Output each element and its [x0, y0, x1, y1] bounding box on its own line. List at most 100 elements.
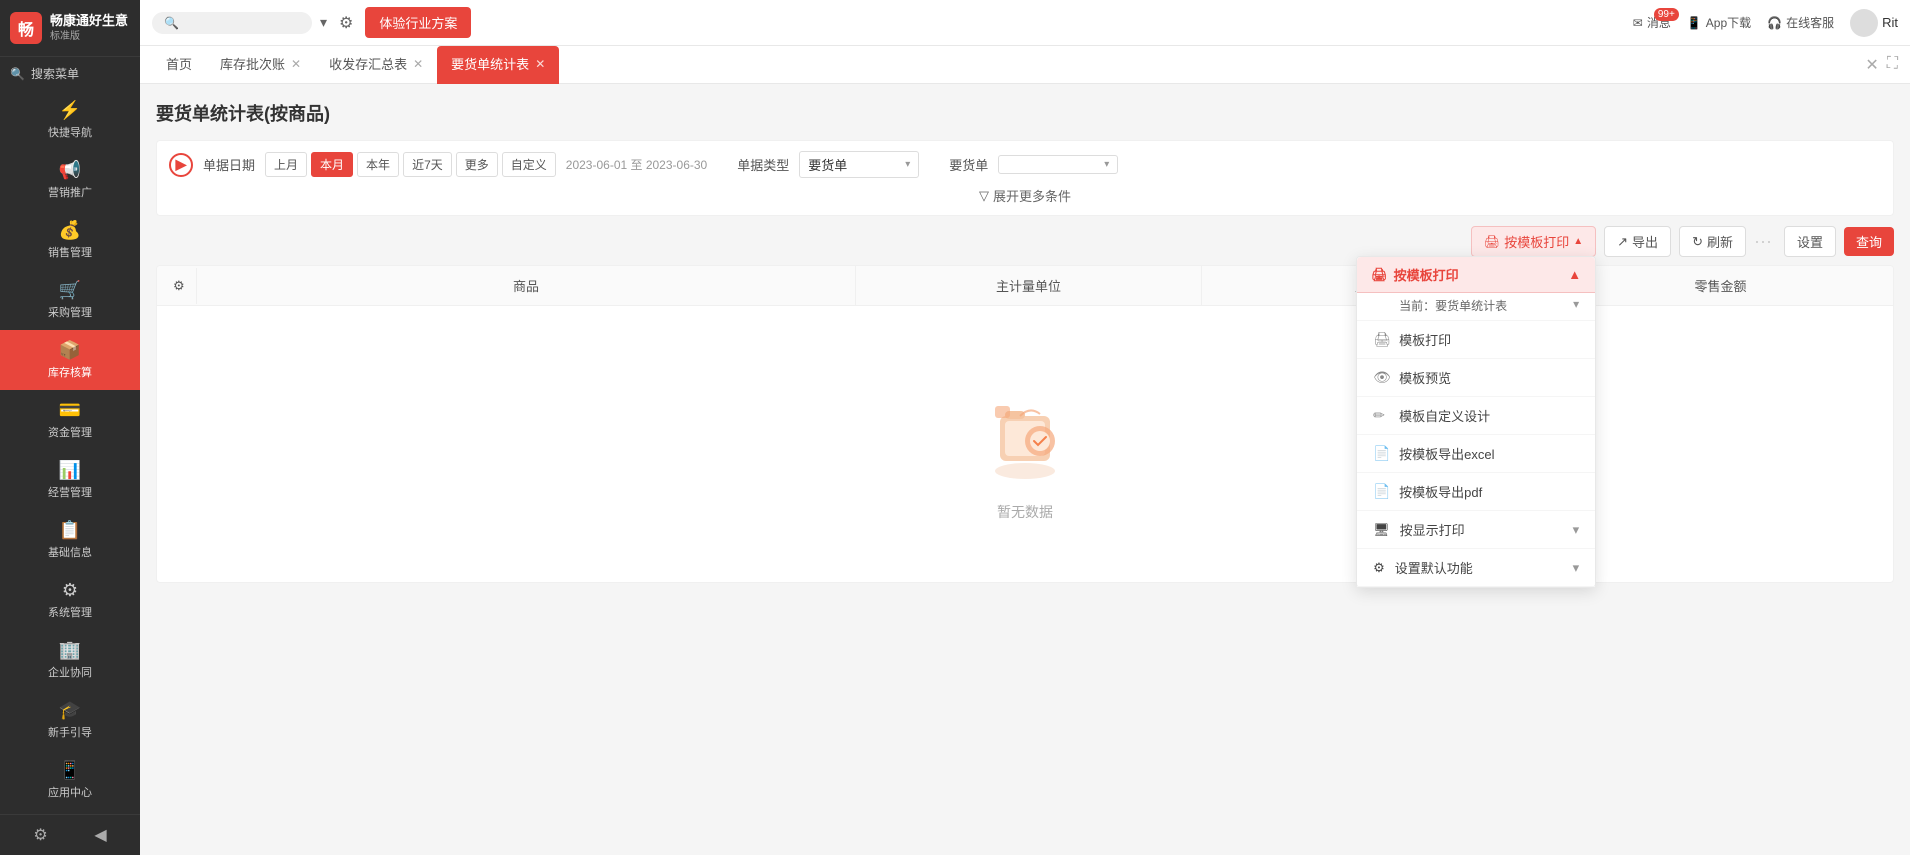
sidebar-item-label: 采购管理 [48, 304, 92, 320]
date-btn-last-month[interactable]: 上月 [265, 152, 307, 177]
more-options-btn[interactable]: ··· [1754, 231, 1772, 252]
system-icon: ⚙ [62, 580, 78, 601]
default-func-icon: ⚙ [1373, 560, 1385, 576]
tab-batch-account-close[interactable]: ✕ [291, 57, 301, 71]
th-amount: 零售金额 [1548, 266, 1893, 305]
topbar-search-icon: 🔍 [164, 16, 179, 30]
sales-icon: 💰 [59, 220, 81, 241]
messages-btn[interactable]: ✉ 消息 99+ [1633, 14, 1671, 31]
export-excel-label: 按模板导出excel [1399, 444, 1494, 463]
template-print-icon: 🖨 [1373, 331, 1389, 348]
topbar-dropdown[interactable]: ▾ [320, 14, 327, 31]
sidebar-item-basics[interactable]: 📋 基础信息 [0, 510, 140, 570]
window-maximize-btn[interactable]: ⛶ [1887, 55, 1898, 75]
topbar-search[interactable]: 🔍 [152, 12, 312, 34]
app-download-icon: 📱 [1687, 16, 1702, 30]
export-excel-item[interactable]: 📄 按模板导出excel [1357, 435, 1595, 473]
type-select[interactable]: 要货单 ▾ [799, 151, 919, 178]
sidebar-collapse-button[interactable]: ◀ [94, 825, 106, 845]
app-title: 畅康通好生意 [50, 13, 128, 30]
tab-receipt-summary[interactable]: 收发存汇总表 ✕ [315, 46, 437, 84]
expand-more-label: 展开更多条件 [993, 186, 1071, 205]
template-preview-item[interactable]: 👁 模板预览 [1357, 359, 1595, 397]
export-btn[interactable]: ↗ 导出 [1604, 226, 1671, 257]
tab-order-stats[interactable]: 要货单统计表 ✕ [437, 46, 559, 84]
app-download-btn[interactable]: 📱 App下载 [1687, 14, 1751, 31]
date-btn-this-month[interactable]: 本月 [311, 152, 353, 177]
display-print-arrow: ▾ [1573, 522, 1580, 538]
print-dropdown-header: 🖨 按模板打印 ▲ [1357, 257, 1595, 293]
sidebar-item-purchase[interactable]: 🛒 采购管理 [0, 270, 140, 330]
sidebar-item-wechat[interactable]: 💬 企业微信 [0, 810, 140, 814]
tab-receipt-summary-close[interactable]: ✕ [413, 57, 423, 71]
tab-order-stats-close[interactable]: ✕ [535, 57, 545, 71]
topbar: 🔍 ▾ ⚙ 体验行业方案 ✉ 消息 99+ 📱 App下载 🎧 在线客服 Rit [140, 0, 1910, 46]
print-btn-chevron: ▲ [1573, 236, 1583, 247]
sidebar-item-finance[interactable]: 💳 资金管理 [0, 390, 140, 450]
messages-icon: ✉ [1633, 16, 1643, 30]
tabs-bar: 首页 库存批次账 ✕ 收发存汇总表 ✕ 要货单统计表 ✕ ✕ ⛶ [140, 46, 1910, 84]
date-btn-custom[interactable]: 自定义 [502, 152, 556, 177]
export-pdf-label: 按模板导出pdf [1399, 482, 1482, 501]
refresh-btn[interactable]: ↻ 刷新 [1679, 226, 1746, 257]
headset-icon: 🎧 [1767, 16, 1782, 30]
inventory-icon: 📦 [59, 340, 81, 361]
apps-icon: 📱 [59, 760, 81, 781]
industry-btn[interactable]: 体验行业方案 [365, 7, 471, 38]
display-print-label: 按显示打印 [1400, 520, 1465, 539]
marketing-icon: 📢 [59, 160, 81, 181]
enterprise-icon: 🏢 [59, 640, 81, 661]
tab-home[interactable]: 首页 [152, 46, 206, 84]
print-icon: 🖨 [1484, 234, 1501, 250]
sidebar-item-label: 基础信息 [48, 544, 92, 560]
sidebar-item-system[interactable]: ⚙ 系统管理 [0, 570, 140, 630]
date-btn-this-year[interactable]: 本年 [357, 152, 399, 177]
date-btn-7days[interactable]: 近7天 [403, 152, 452, 177]
template-print-item[interactable]: 🖨 模板打印 [1357, 321, 1595, 359]
date-filter-label: 单据日期 [203, 155, 255, 174]
expand-more-btn[interactable]: ▽ 展开更多条件 [979, 186, 1071, 205]
default-func-item[interactable]: ⚙ 设置默认功能 ▾ [1357, 549, 1595, 587]
sidebar-search[interactable]: 🔍 搜索菜单 [0, 57, 140, 90]
page-title: 要货单统计表(按商品) [156, 100, 1894, 126]
sidebar-item-inventory[interactable]: 📦 库存核算 [0, 330, 140, 390]
user-avatar[interactable]: Rit [1850, 9, 1898, 37]
display-print-item[interactable]: 🖥 按显示打印 ▾ [1357, 511, 1595, 549]
print-template-btn[interactable]: 🖨 按模板打印 ▲ [1471, 226, 1596, 257]
window-controls: ✕ ⛶ [1865, 55, 1898, 75]
sidebar-item-enterprise[interactable]: 🏢 企业协同 [0, 630, 140, 690]
refresh-icon: ↻ [1692, 234, 1703, 250]
search-icon: 🔍 [10, 67, 25, 81]
sidebar-item-operations[interactable]: 📊 经营管理 [0, 450, 140, 510]
sidebar-item-sales[interactable]: 💰 销售管理 [0, 210, 140, 270]
date-btn-more[interactable]: 更多 [456, 152, 498, 177]
sidebar-item-marketing[interactable]: 📢 营销推广 [0, 150, 140, 210]
sidebar-item-quick-nav[interactable]: ⚡ 快捷导航 [0, 90, 140, 150]
empty-state: 暂无数据 [157, 306, 1893, 582]
bill-type-label: 要货单 [949, 155, 988, 174]
sidebar-item-guide[interactable]: 🎓 新手引导 [0, 690, 140, 750]
online-service-btn[interactable]: 🎧 在线客服 [1767, 14, 1834, 31]
filter-expand-btn[interactable]: ▶ [169, 153, 193, 177]
print-btn-label: 按模板打印 [1504, 232, 1569, 251]
sidebar-item-apps[interactable]: 📱 应用中心 [0, 750, 140, 810]
bill-type-select[interactable]: ▾ [998, 155, 1118, 174]
export-pdf-item[interactable]: 📄 按模板导出pdf [1357, 473, 1595, 511]
template-design-item[interactable]: ✏ 模板自定义设计 [1357, 397, 1595, 435]
print-dropdown-close-icon[interactable]: ▲ [1568, 267, 1581, 282]
tab-batch-account[interactable]: 库存批次账 ✕ [206, 46, 315, 84]
expand-more-icon: ▽ [979, 188, 989, 204]
default-func-label: 设置默认功能 [1395, 558, 1473, 577]
template-print-label: 模板打印 [1399, 330, 1451, 349]
query-btn[interactable]: 查询 [1844, 227, 1894, 256]
window-close-btn[interactable]: ✕ [1865, 55, 1878, 75]
data-table: ⚙ 商品 主计量单位 主数量 零售金额 [156, 265, 1894, 583]
main-content: 🔍 ▾ ⚙ 体验行业方案 ✉ 消息 99+ 📱 App下载 🎧 在线客服 Rit [140, 0, 1910, 855]
type-select-arrow: ▾ [905, 159, 910, 170]
settings-btn[interactable]: 设置 [1784, 226, 1836, 257]
current-template-arrow: ▾ [1573, 297, 1579, 311]
template-preview-label: 模板预览 [1399, 368, 1451, 387]
th-settings[interactable]: ⚙ [157, 268, 197, 304]
sidebar-settings-button[interactable]: ⚙ [33, 825, 47, 845]
topbar-gear-icon[interactable]: ⚙ [339, 13, 353, 33]
